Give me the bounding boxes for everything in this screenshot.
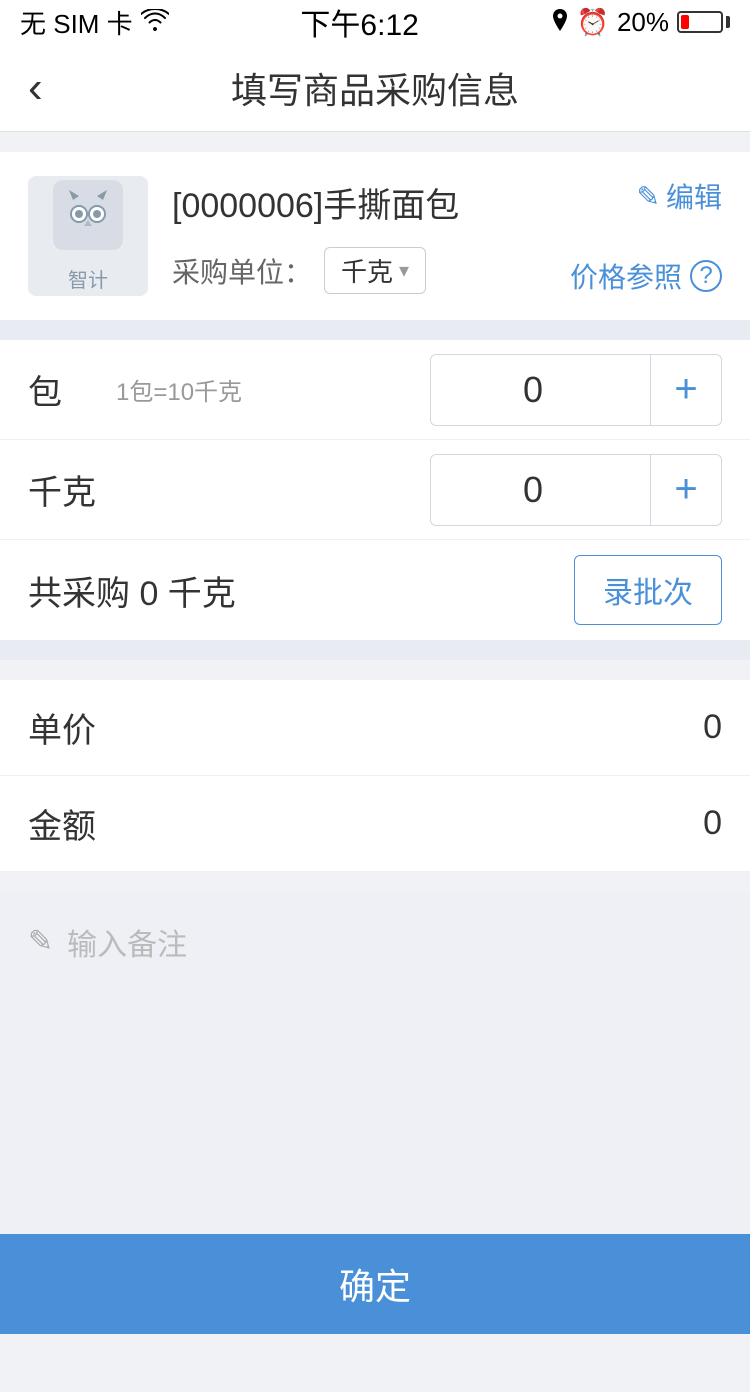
confirm-label: 确定 — [339, 1258, 411, 1310]
amount-row: 金额 0 — [0, 776, 750, 872]
batch-button[interactable]: 录批次 — [574, 555, 722, 625]
unit-label: 采购单位： — [172, 251, 312, 291]
confirm-button[interactable]: 确定 — [0, 1234, 750, 1334]
summary-text: 共采购 0 千克 — [28, 566, 236, 615]
location-icon — [551, 7, 569, 38]
kg-quantity-input[interactable] — [430, 454, 650, 526]
product-image: 智计 — [28, 176, 148, 296]
price-ref-button[interactable]: 价格参照 ? — [570, 256, 722, 296]
nav-bar: ‹ 填写商品采购信息 — [0, 44, 750, 132]
bag-input-row: 包 1包=10千克 + — [0, 340, 750, 440]
edit-label: 编辑 — [666, 176, 722, 216]
logo-text: 智计 — [53, 264, 123, 293]
summary-row: 共采购 0 千克 录批次 — [0, 540, 750, 640]
unit-select[interactable]: 千克 ▾ — [324, 247, 426, 294]
section-divider-2 — [0, 640, 750, 660]
status-bar-left: 无 SIM 卡 — [20, 4, 169, 41]
carrier-text: 无 SIM 卡 — [20, 4, 133, 41]
bag-sublabel: 1包=10千克 — [116, 372, 242, 407]
unit-price-label: 单价 — [28, 703, 96, 752]
edit-icon: ✎ — [637, 180, 660, 213]
question-icon: ? — [690, 260, 722, 292]
amount-label: 金额 — [28, 799, 96, 848]
status-bar-right: ⏰ 20% — [551, 7, 730, 38]
kg-label: 千克 — [28, 465, 108, 514]
status-bar: 无 SIM 卡 下午6:12 ⏰ 20% — [0, 0, 750, 44]
page-title: 填写商品采购信息 — [231, 62, 519, 114]
bag-label: 包 — [28, 365, 108, 414]
kg-plus-button[interactable]: + — [650, 454, 722, 526]
section-divider-1 — [0, 320, 750, 340]
info-section: 单价 0 金额 0 — [0, 680, 750, 872]
unit-value: 千克 — [341, 252, 393, 289]
product-card: 智计 [0000006]手撕面包 采购单位： 千克 ▾ ✎ 编辑 价格参照 ? — [0, 152, 750, 320]
unit-price-value: 0 — [703, 708, 722, 747]
chevron-down-icon: ▾ — [399, 258, 409, 283]
battery-percent: 20% — [617, 7, 669, 38]
price-ref-label: 价格参照 — [570, 256, 682, 296]
amount-value: 0 — [703, 804, 722, 843]
bag-plus-button[interactable]: + — [650, 354, 722, 426]
battery-icon — [677, 11, 730, 33]
alarm-icon: ⏰ — [577, 7, 609, 38]
bag-quantity-input[interactable] — [430, 354, 650, 426]
bag-input-right: + — [430, 354, 722, 426]
wifi-icon — [141, 7, 169, 38]
back-button[interactable]: ‹ — [28, 66, 43, 110]
status-bar-time: 下午6:12 — [300, 0, 418, 44]
kg-input-row: 千克 + — [0, 440, 750, 540]
unit-price-row: 单价 0 — [0, 680, 750, 776]
kg-input-right: + — [430, 454, 722, 526]
input-section: 包 1包=10千克 + 千克 + — [0, 340, 750, 540]
edit-button[interactable]: ✎ 编辑 — [637, 176, 722, 216]
notes-section[interactable]: ✎ 输入备注 — [0, 892, 750, 992]
pencil-icon: ✎ — [28, 924, 53, 959]
notes-placeholder: 输入备注 — [67, 920, 187, 964]
